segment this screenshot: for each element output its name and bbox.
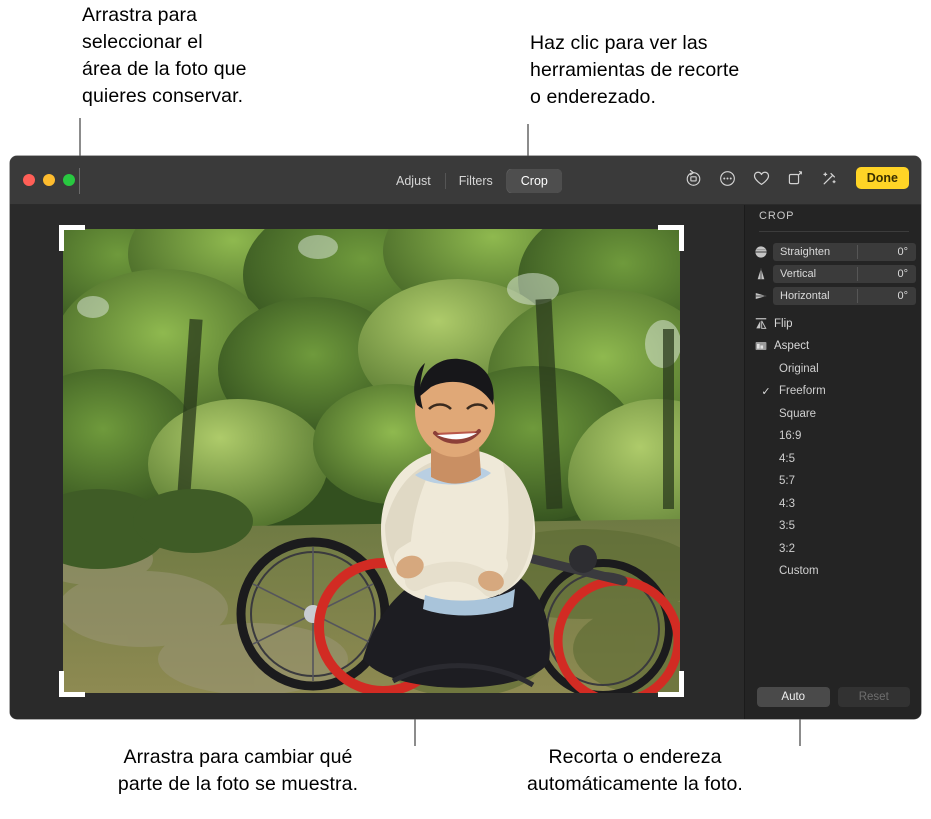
aspect-label: Aspect [774,340,810,352]
crop-handle-top-right[interactable] [658,225,684,251]
window-titlebar: Adjust Filters Crop Done [10,156,921,205]
photo-canvas[interactable] [10,205,744,719]
aspect-option-label: 3:5 [779,520,795,532]
photos-editor-window: Adjust Filters Crop Done CROP Straighten… [10,156,921,719]
aspect-option-4-3[interactable]: 4:3 [753,495,916,513]
sidebar-divider [759,231,909,232]
horizontal-value: 0° [897,289,908,302]
straighten-divider [857,244,859,259]
aspect-option-square[interactable]: Square [753,405,916,423]
callout-auto-crop-straighten: Recorta o endereza automáticamente la fo… [527,746,743,795]
tab-filters[interactable]: Filters [444,169,507,193]
vertical-value: 0° [897,267,908,280]
aspect-option-label: Original [779,363,819,375]
aspect-option-16-9[interactable]: 16:9 [753,427,916,445]
crop-handle-top-left[interactable] [59,225,85,251]
aspect-option-label: Custom [779,565,819,577]
aspect-option-label: 5:7 [779,475,795,487]
straighten-value: 0° [897,245,908,258]
aspect-option-label: 4:5 [779,453,795,465]
slider-straighten[interactable]: Straighten 0° [753,242,916,261]
aspect-option-label: 3:2 [779,543,795,555]
more-options-icon[interactable] [718,168,738,188]
aspect-option-3-2[interactable]: 3:2 [753,540,916,558]
aspect-option-5-7[interactable]: 5:7 [753,472,916,490]
magic-wand-enhance-icon[interactable] [820,168,840,188]
photo-preview[interactable] [63,229,680,693]
titlebar-divider [79,168,80,194]
vertical-track[interactable]: Vertical 0° [773,264,916,283]
aspect-option-label: Freeform [779,385,826,397]
window-controls [23,174,75,186]
vertical-label: Vertical [780,267,817,280]
edit-mode-tabs: Adjust Filters Crop [382,169,562,193]
straighten-label: Straighten [780,245,831,258]
aspect-option-original[interactable]: Original [753,360,916,378]
crop-frame[interactable] [59,225,684,697]
menu-flip[interactable]: Flip [753,315,916,333]
tab-adjust[interactable]: Adjust [382,169,445,193]
sidebar-section-title: CROP [759,210,795,222]
menu-aspect[interactable]: Aspect [753,337,916,355]
flip-label: Flip [774,318,793,330]
aspect-option-3-5[interactable]: 3:5 [753,517,916,535]
minimize-window-button[interactable] [43,174,55,186]
close-window-button[interactable] [23,174,35,186]
auto-button[interactable]: Auto [757,687,830,707]
crop-handle-bottom-left[interactable] [59,671,85,697]
aspect-option-freeform[interactable]: ✓ Freeform [753,382,916,400]
rotate-counterclockwise-icon[interactable] [684,168,704,188]
aspect-check-freeform: ✓ [761,385,771,398]
callout-drag-to-select: Arrastra para seleccionar el área de la … [82,4,247,107]
crop-handle-bottom-right[interactable] [658,671,684,697]
slider-vertical[interactable]: Vertical 0° [753,264,916,283]
aspect-option-4-5[interactable]: 4:5 [753,450,916,468]
callout-drag-to-reposition: Arrastra para cambiar qué parte de la fo… [117,746,359,795]
aspect-option-custom[interactable]: Custom [753,562,916,580]
aspect-icon [753,338,769,354]
tab-crop[interactable]: Crop [506,169,562,193]
aspect-option-label: Square [779,408,817,420]
flip-icon [753,316,769,332]
crop-sidebar: CROP Straighten 0° Vertical 0° Horizonta… [744,205,921,719]
horizontal-label: Horizontal [780,289,830,302]
reset-button[interactable]: Reset [837,687,910,707]
toolbar-actions: Done [684,167,909,189]
straighten-track[interactable]: Straighten 0° [773,242,916,261]
horizontal-track[interactable]: Horizontal 0° [773,286,916,305]
callout-click-for-crop-tools: Haz clic para ver las herramientas de re… [530,32,740,108]
aspect-option-label: 16:9 [779,430,802,442]
done-button[interactable]: Done [855,167,909,189]
horizontal-divider [857,288,859,303]
vertical-divider [857,266,859,281]
rotate-crop-icon[interactable] [786,168,806,188]
aspect-option-label: 4:3 [779,498,795,510]
favorite-heart-icon[interactable] [752,168,772,188]
sidebar-action-buttons: Auto Reset [757,687,910,707]
slider-horizontal[interactable]: Horizontal 0° [753,286,916,305]
straighten-icon [753,244,769,260]
vertical-perspective-icon [753,266,769,282]
zoom-window-button[interactable] [63,174,75,186]
horizontal-perspective-icon [753,288,769,304]
